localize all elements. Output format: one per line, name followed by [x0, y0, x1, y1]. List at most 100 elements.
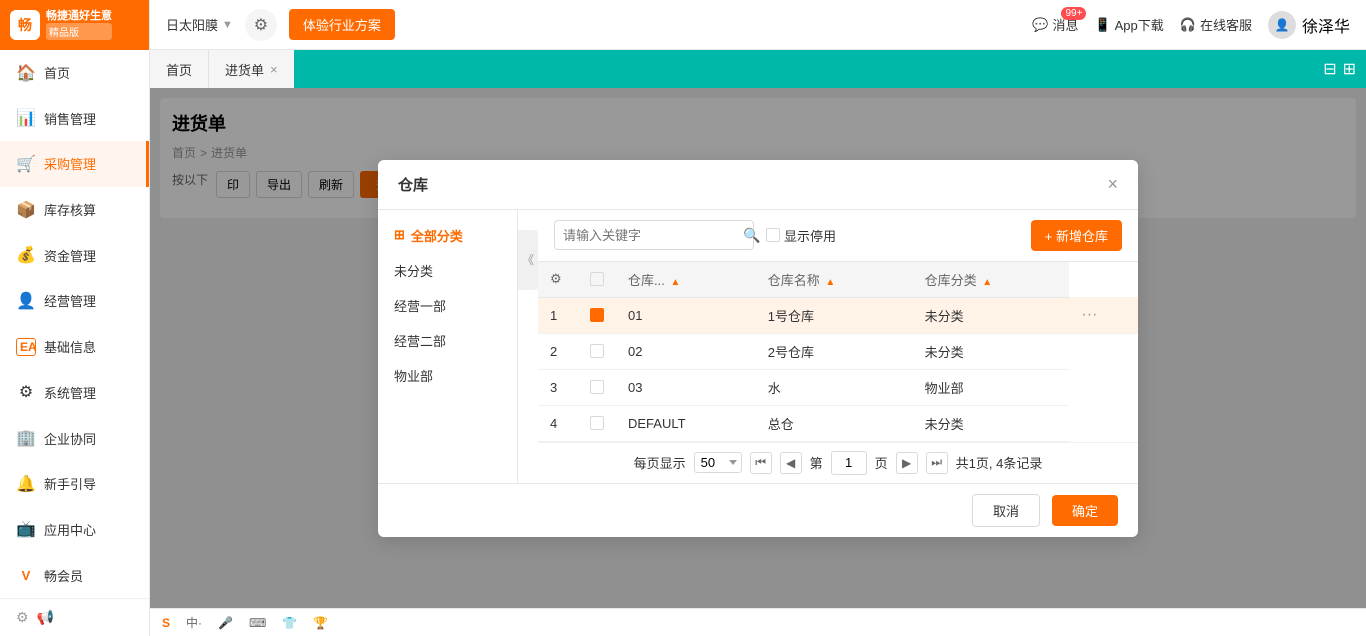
user-menu[interactable]: 👤 徐泽华 — [1268, 11, 1350, 39]
cell-checkbox[interactable] — [578, 333, 616, 369]
sidebar-item-finance[interactable]: 💰 资金管理 — [0, 232, 149, 278]
apps-icon: 📺 — [16, 519, 36, 539]
basic-icon: EA — [16, 338, 36, 356]
headset-icon: 🎧 — [1180, 17, 1196, 33]
status-bar: S 中· 🎤 ⌨ 👕 🏆 — [150, 608, 1366, 636]
sidebar: 畅 畅捷通好生意 精品版 🏠 首页 📊 销售管理 🛒 采购管理 📦 库存核算 💰… — [0, 0, 150, 636]
cell-no: 1 — [538, 297, 578, 333]
cell-checkbox[interactable] — [578, 405, 616, 441]
code-sort-icon: ▲ — [670, 277, 680, 288]
sidebar-item-home[interactable]: 🏠 首页 — [0, 50, 149, 96]
tab-close-icon[interactable]: × — [270, 62, 278, 77]
show-disabled-label[interactable]: 显示停用 — [766, 226, 836, 245]
table-row[interactable]: 1 01 1号仓库 未分类 ··· — [538, 297, 1138, 333]
category-ops1[interactable]: 经营一部 — [378, 288, 517, 323]
modal-body: ⊞ 全部分类 未分类 经营一部 经营二部 物业部 — [378, 210, 1138, 483]
cell-checkbox[interactable] — [578, 297, 616, 333]
header: 日太阳膜 ▼ ⚙ 体验行业方案 💬 消息 99+ 📱 App下载 🎧 在线客服 … — [150, 0, 1366, 50]
first-page-btn[interactable]: ⏮ — [750, 452, 772, 474]
cell-category: 未分类 — [913, 333, 1070, 369]
table-row[interactable]: 4 DEFAULT 总仓 未分类 — [538, 405, 1138, 441]
sidebar-item-inventory[interactable]: 📦 库存核算 — [0, 187, 149, 233]
maximize-icon[interactable]: ⊞ — [1343, 59, 1356, 79]
store-selector[interactable]: 日太阳膜 ▼ — [166, 15, 233, 34]
mic-icon[interactable]: 🎤 — [218, 616, 233, 630]
confirm-btn[interactable]: 确定 — [1052, 495, 1118, 526]
sidebar-item-enterprise[interactable]: 🏢 企业协同 — [0, 415, 149, 461]
cell-code: 03 — [616, 369, 756, 405]
app-download-btn[interactable]: 📱 App下载 — [1094, 15, 1163, 34]
cell-no: 3 — [538, 369, 578, 405]
th-checkbox — [578, 262, 616, 298]
sidebar-item-system[interactable]: ⚙ 系统管理 — [0, 369, 149, 415]
inventory-icon: 📦 — [16, 200, 36, 220]
cell-code: DEFAULT — [616, 405, 756, 441]
th-code: 仓库... ▲ — [616, 262, 756, 298]
th-name: 仓库名称 ▲ — [756, 262, 913, 298]
shirt-icon: 👕 — [282, 616, 297, 630]
settings-gear-btn[interactable]: ⚙ — [245, 9, 277, 41]
settings-icon[interactable]: ⚙ — [16, 609, 29, 626]
pagination-bar: 每页显示 50 10 20 100 ⏮ ◀ 第 页 — [538, 442, 1138, 483]
cancel-btn[interactable]: 取消 — [972, 494, 1040, 527]
table-row[interactable]: 3 03 水 物业部 — [538, 369, 1138, 405]
brand-icon: S — [162, 616, 170, 630]
modal-overlay: 仓库 × ⊞ 全部分类 未分类 经营一 — [150, 88, 1366, 608]
phone-icon: 📱 — [1094, 17, 1110, 33]
category-unclassified[interactable]: 未分类 — [378, 253, 517, 288]
sidebar-item-sales[interactable]: 📊 销售管理 — [0, 95, 149, 141]
trophy-icon: 🏆 — [313, 616, 328, 630]
cell-category: 未分类 — [913, 297, 1070, 333]
minimize-icon[interactable]: ⊟ — [1323, 59, 1336, 79]
th-gear: ⚙ — [538, 262, 578, 298]
sidebar-item-member[interactable]: V 畅会员 — [0, 552, 149, 598]
last-page-btn[interactable]: ⏭ — [926, 452, 948, 474]
modal-main-content: 🔍 显示停用 + 新增仓库 — [538, 210, 1138, 483]
logo-icon: 畅 — [10, 10, 40, 40]
sidebar-item-purchase[interactable]: 🛒 采购管理 — [0, 141, 149, 187]
page-number-input[interactable] — [831, 451, 867, 475]
sidebar-item-apps[interactable]: 📺 应用中心 — [0, 507, 149, 553]
search-input[interactable] — [563, 228, 739, 243]
tab-bar: 首页 进货单 × ⊟ ⊞ — [150, 50, 1366, 88]
warehouse-modal: 仓库 × ⊞ 全部分类 未分类 经营一 — [378, 160, 1138, 537]
page-content: 进货单 首页 > 进货单 按以下 印 导出 刷新 查询 设置 — [150, 88, 1366, 608]
lang-switch[interactable]: 中· — [186, 614, 202, 631]
cell-checkbox[interactable] — [578, 369, 616, 405]
select-all-checkbox[interactable] — [590, 272, 604, 286]
table-row[interactable]: 2 02 2号仓库 未分类 — [538, 333, 1138, 369]
cell-name: 总仓 — [756, 405, 913, 441]
warehouse-table: ⚙ 仓库... ▲ — [538, 262, 1138, 442]
sidebar-item-operations[interactable]: 👤 经营管理 — [0, 278, 149, 324]
tab-purchase[interactable]: 进货单 × — [209, 50, 294, 88]
add-warehouse-btn[interactable]: + 新增仓库 — [1031, 220, 1122, 251]
modal-close-btn[interactable]: × — [1107, 175, 1118, 193]
sidebar-item-basic[interactable]: EA 基础信息 — [0, 324, 149, 370]
enterprise-icon: 🏢 — [16, 428, 36, 448]
message-btn[interactable]: 💬 消息 99+ — [1032, 15, 1078, 34]
category-ops2[interactable]: 经营二部 — [378, 323, 517, 358]
search-box: 🔍 — [554, 220, 754, 250]
cell-code: 02 — [616, 333, 756, 369]
modal-title: 仓库 — [398, 174, 428, 195]
show-disabled-checkbox[interactable] — [766, 228, 780, 242]
online-service-btn[interactable]: 🎧 在线客服 — [1180, 15, 1252, 34]
sidebar-item-guide[interactable]: 🔔 新手引导 — [0, 461, 149, 507]
keyboard-icon[interactable]: ⌨ — [249, 616, 266, 630]
sidebar-collapse-btn[interactable]: 《 — [518, 230, 538, 290]
speaker-icon[interactable]: 📢 — [37, 609, 54, 626]
prev-page-btn[interactable]: ◀ — [780, 452, 802, 474]
tab-home[interactable]: 首页 — [150, 50, 209, 88]
system-icon: ⚙ — [16, 382, 36, 402]
category-sort-icon: ▲ — [982, 277, 992, 288]
all-categories-header[interactable]: ⊞ 全部分类 — [378, 218, 517, 253]
sales-icon: 📊 — [16, 108, 36, 128]
avatar: 👤 — [1268, 11, 1296, 39]
table-header-row: ⚙ 仓库... ▲ — [538, 262, 1138, 298]
category-property[interactable]: 物业部 — [378, 358, 517, 393]
trial-btn[interactable]: 体验行业方案 — [289, 9, 395, 40]
per-page-select[interactable]: 50 10 20 100 — [694, 452, 742, 473]
modal-category-sidebar: ⊞ 全部分类 未分类 经营一部 经营二部 物业部 — [378, 210, 518, 483]
logo-text: 畅捷通好生意 精品版 — [46, 9, 112, 40]
next-page-btn[interactable]: ▶ — [896, 452, 918, 474]
